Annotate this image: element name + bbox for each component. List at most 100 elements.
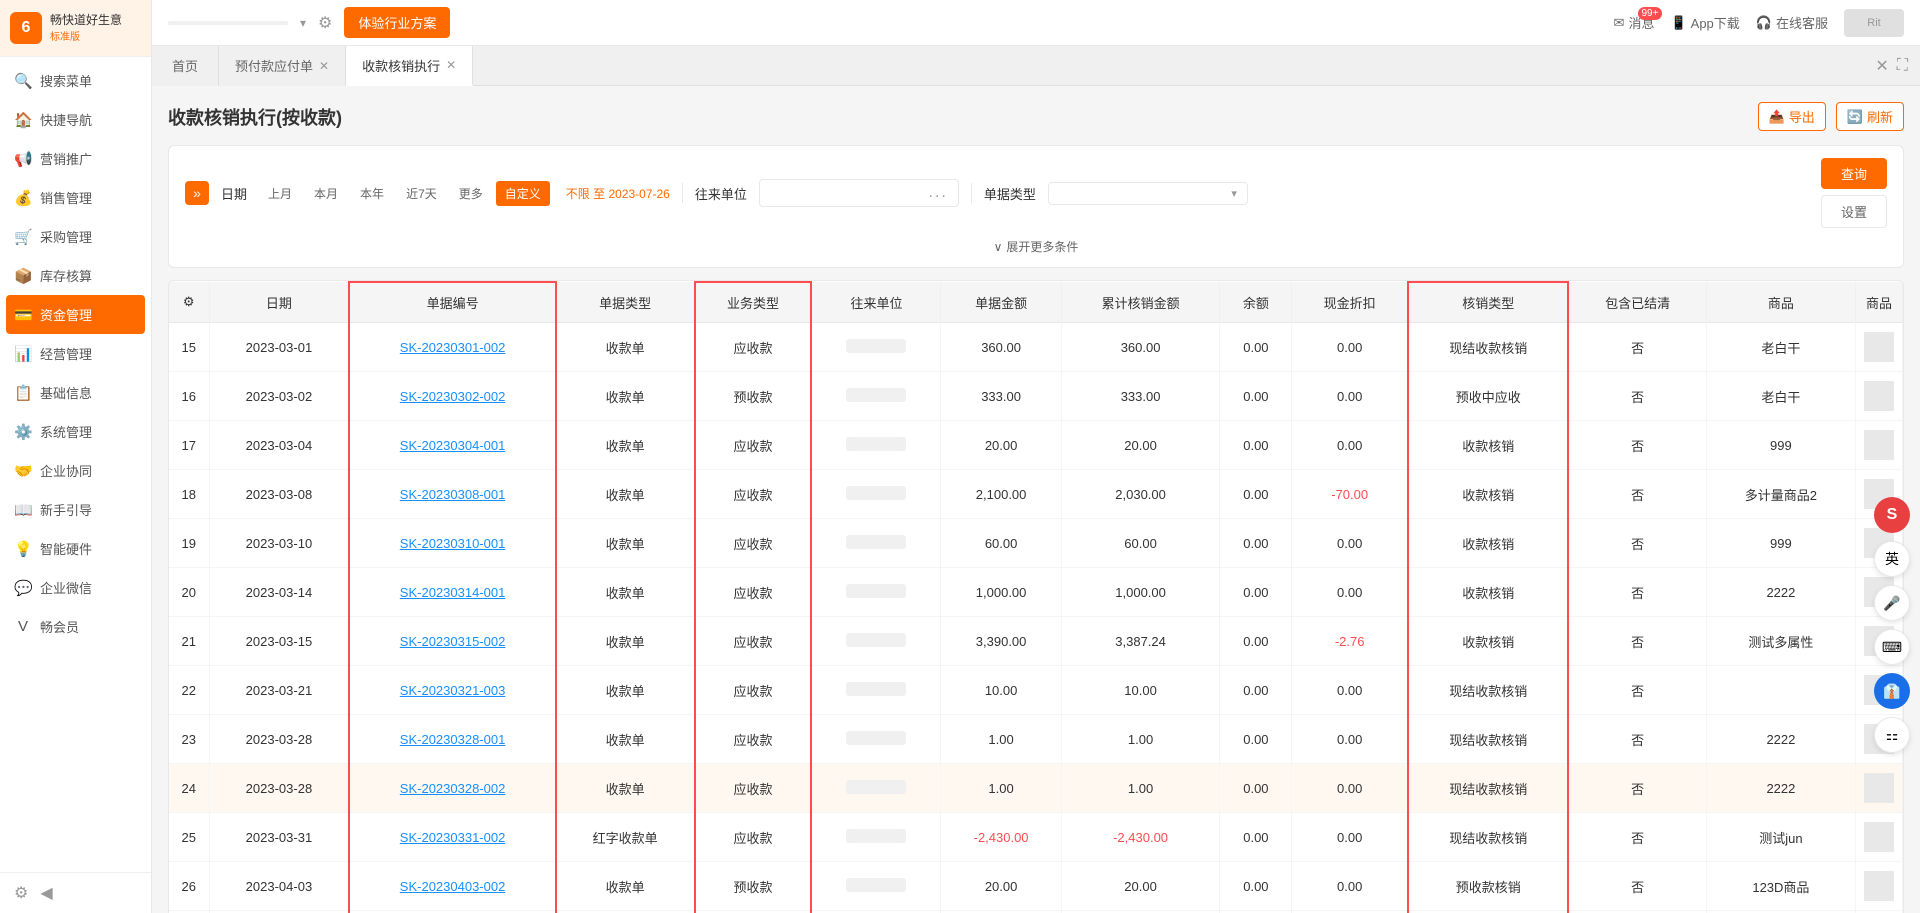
sidebar-item-system[interactable]: ⚙️系统管理 (0, 412, 151, 451)
partner-blurred (846, 878, 906, 892)
sidebar-item-enterprise[interactable]: 🤝企业协同 (0, 451, 151, 490)
sidebar-item-hardware[interactable]: 💡智能硬件 (0, 529, 151, 568)
th-partner[interactable]: 往来单位 (811, 282, 941, 323)
export-button[interactable]: 📤 导出 (1758, 102, 1826, 131)
filter-this-month[interactable]: 本月 (305, 181, 347, 206)
query-button[interactable]: 查询 (1821, 158, 1887, 189)
table-row: 25 2023-03-31 SK-20230331-002 红字收款单 应收款 … (169, 813, 1903, 862)
voucher-link[interactable]: SK-20230308-001 (400, 487, 506, 502)
voucher-link[interactable]: SK-20230403-002 (400, 879, 506, 894)
float-english-icon[interactable]: 英 (1874, 541, 1910, 577)
filter-last-month[interactable]: 上月 (259, 181, 301, 206)
voucher-link[interactable]: SK-20230310-001 (400, 536, 506, 551)
filter-voucher-type-label: 单据类型 (984, 184, 1036, 203)
filter-expand-btn[interactable]: ∨ 展开更多条件 (994, 238, 1079, 255)
topbar-chevron-icon[interactable]: ▾ (300, 16, 306, 30)
float-grid-icon[interactable]: ⚏ (1874, 717, 1910, 753)
voucher-link[interactable]: SK-20230321-003 (400, 683, 506, 698)
tab-collection[interactable]: 收款核销执行 ✕ (346, 46, 473, 86)
filter-toggle-btn[interactable]: » (185, 181, 209, 205)
float-mic-icon[interactable]: 🎤 (1874, 585, 1910, 621)
filter-voucher-type-select[interactable]: ▾ (1048, 182, 1248, 205)
sidebar-item-operations[interactable]: 📊经营管理 (0, 334, 151, 373)
voucher-link[interactable]: SK-20230328-001 (400, 732, 506, 747)
th-balance[interactable]: 余额 (1220, 282, 1292, 323)
th-amount[interactable]: 单据金额 (941, 282, 1061, 323)
float-shirt-icon[interactable]: 👔 (1874, 673, 1910, 709)
sidebar-label-operations: 经营管理 (40, 344, 92, 363)
collapse-icon[interactable]: ◀ (40, 883, 52, 903)
solution-button[interactable]: 体验行业方案 (344, 7, 450, 38)
sidebar-item-member[interactable]: V畅会员 (0, 607, 151, 646)
messages-button[interactable]: ✉ 消息 99+ (1614, 13, 1655, 32)
user-avatar[interactable]: Rit (1844, 9, 1904, 37)
td-accumulated: 1.00 (1061, 715, 1220, 764)
close-all-icon[interactable]: ✕ (1875, 56, 1888, 76)
voucher-link[interactable]: SK-20230328-002 (400, 781, 506, 796)
topbar-gear-icon[interactable]: ⚙ (318, 13, 332, 33)
tab-prepay-close[interactable]: ✕ (319, 59, 329, 73)
td-voucher-type: 收款单 (556, 862, 695, 911)
th-date[interactable]: 日期 (209, 282, 349, 323)
float-keyboard-icon[interactable]: ⌨ (1874, 629, 1910, 665)
table-row: 23 2023-03-28 SK-20230328-001 收款单 应收款 1.… (169, 715, 1903, 764)
sidebar-item-wechat[interactable]: 💬企业微信 (0, 568, 151, 607)
voucher-link[interactable]: SK-20230301-002 (400, 340, 506, 355)
sidebar-item-purchase[interactable]: 🛒采购管理 (0, 217, 151, 256)
sidebar-item-finance[interactable]: 💳资金管理 (6, 295, 145, 334)
filter-custom-date[interactable]: 自定义 (496, 181, 550, 206)
th-voucher-no[interactable]: 单据编号 (349, 282, 555, 323)
tab-prepay[interactable]: 预付款应付单 ✕ (219, 46, 346, 86)
filter-bar: » 日期 上月 本月 本年 近7天 更多 自定义 不限 至 2023-07-26… (168, 145, 1904, 268)
expand-icon[interactable]: ⛶ (1897, 57, 1908, 75)
td-voucher-type: 收款单 (556, 323, 695, 372)
tab-home[interactable]: 首页 (152, 46, 219, 86)
voucher-link[interactable]: SK-20230315-002 (400, 634, 506, 649)
td-include-settled: 否 (1568, 323, 1706, 372)
sidebar-label-finance: 资金管理 (40, 305, 92, 324)
th-biz-type[interactable]: 业务类型 (695, 282, 812, 323)
th-cash-discount[interactable]: 现金折扣 (1292, 282, 1408, 323)
settings-icon[interactable]: ⚙ (14, 883, 28, 903)
float-brand-icon[interactable]: S (1874, 497, 1910, 533)
td-voucher-no: SK-20230315-002 (349, 617, 555, 666)
sidebar-item-basic[interactable]: 📋基础信息 (0, 373, 151, 412)
filter-this-year[interactable]: 本年 (351, 181, 393, 206)
voucher-link[interactable]: SK-20230314-001 (400, 585, 506, 600)
th-product[interactable]: 商品 (1706, 282, 1855, 323)
voucher-link[interactable]: SK-20230331-002 (400, 830, 506, 845)
filter-7days[interactable]: 近7天 (397, 181, 446, 206)
th-include-settled[interactable]: 包含已结清 (1568, 282, 1706, 323)
td-voucher-no: SK-20230403-002 (349, 862, 555, 911)
sidebar-item-search[interactable]: 🔍搜索菜单 (0, 61, 151, 100)
export-label: 导出 (1789, 107, 1815, 126)
voucher-link[interactable]: SK-20230302-002 (400, 389, 506, 404)
th-product2[interactable]: 商品 (1856, 282, 1903, 323)
sidebar-item-inventory[interactable]: 📦库存核算 (0, 256, 151, 295)
sidebar-item-shortcut[interactable]: 🏠快捷导航 (0, 100, 151, 139)
td-cash-discount: 0.00 (1292, 519, 1408, 568)
th-accumulated[interactable]: 累计核销金额 (1061, 282, 1220, 323)
tab-collection-close[interactable]: ✕ (446, 58, 456, 72)
expand-chevron-icon: ∨ (994, 240, 1003, 254)
voucher-link[interactable]: SK-20230304-001 (400, 438, 506, 453)
settings-button[interactable]: 设置 (1821, 195, 1887, 228)
td-cash-discount: 0.00 (1292, 421, 1408, 470)
td-partner (811, 715, 941, 764)
content-area: 收款核销执行(按收款) 📤 导出 🔄 刷新 » 日期 上月 本月 (152, 86, 1920, 913)
sidebar-item-sales[interactable]: 💰销售管理 (0, 178, 151, 217)
th-voucher-type[interactable]: 单据类型 (556, 282, 695, 323)
sidebar-item-marketing[interactable]: 📢营销推广 (0, 139, 151, 178)
online-service-button[interactable]: 🎧 在线客服 (1756, 13, 1828, 32)
td-product2 (1856, 372, 1903, 421)
th-verify-type[interactable]: 核销类型 (1408, 282, 1568, 323)
td-voucher-no: SK-20230304-001 (349, 421, 555, 470)
td-product2 (1856, 323, 1903, 372)
filter-partner-select[interactable]: ... (759, 179, 959, 207)
app-download-button[interactable]: 📱 App下载 (1670, 13, 1739, 32)
th-settings[interactable]: ⚙ (169, 282, 209, 323)
td-amount: 2,100.00 (941, 470, 1061, 519)
refresh-button[interactable]: 🔄 刷新 (1836, 102, 1904, 131)
filter-more-dates[interactable]: 更多 (450, 181, 492, 206)
sidebar-item-guide[interactable]: 📖新手引导 (0, 490, 151, 529)
